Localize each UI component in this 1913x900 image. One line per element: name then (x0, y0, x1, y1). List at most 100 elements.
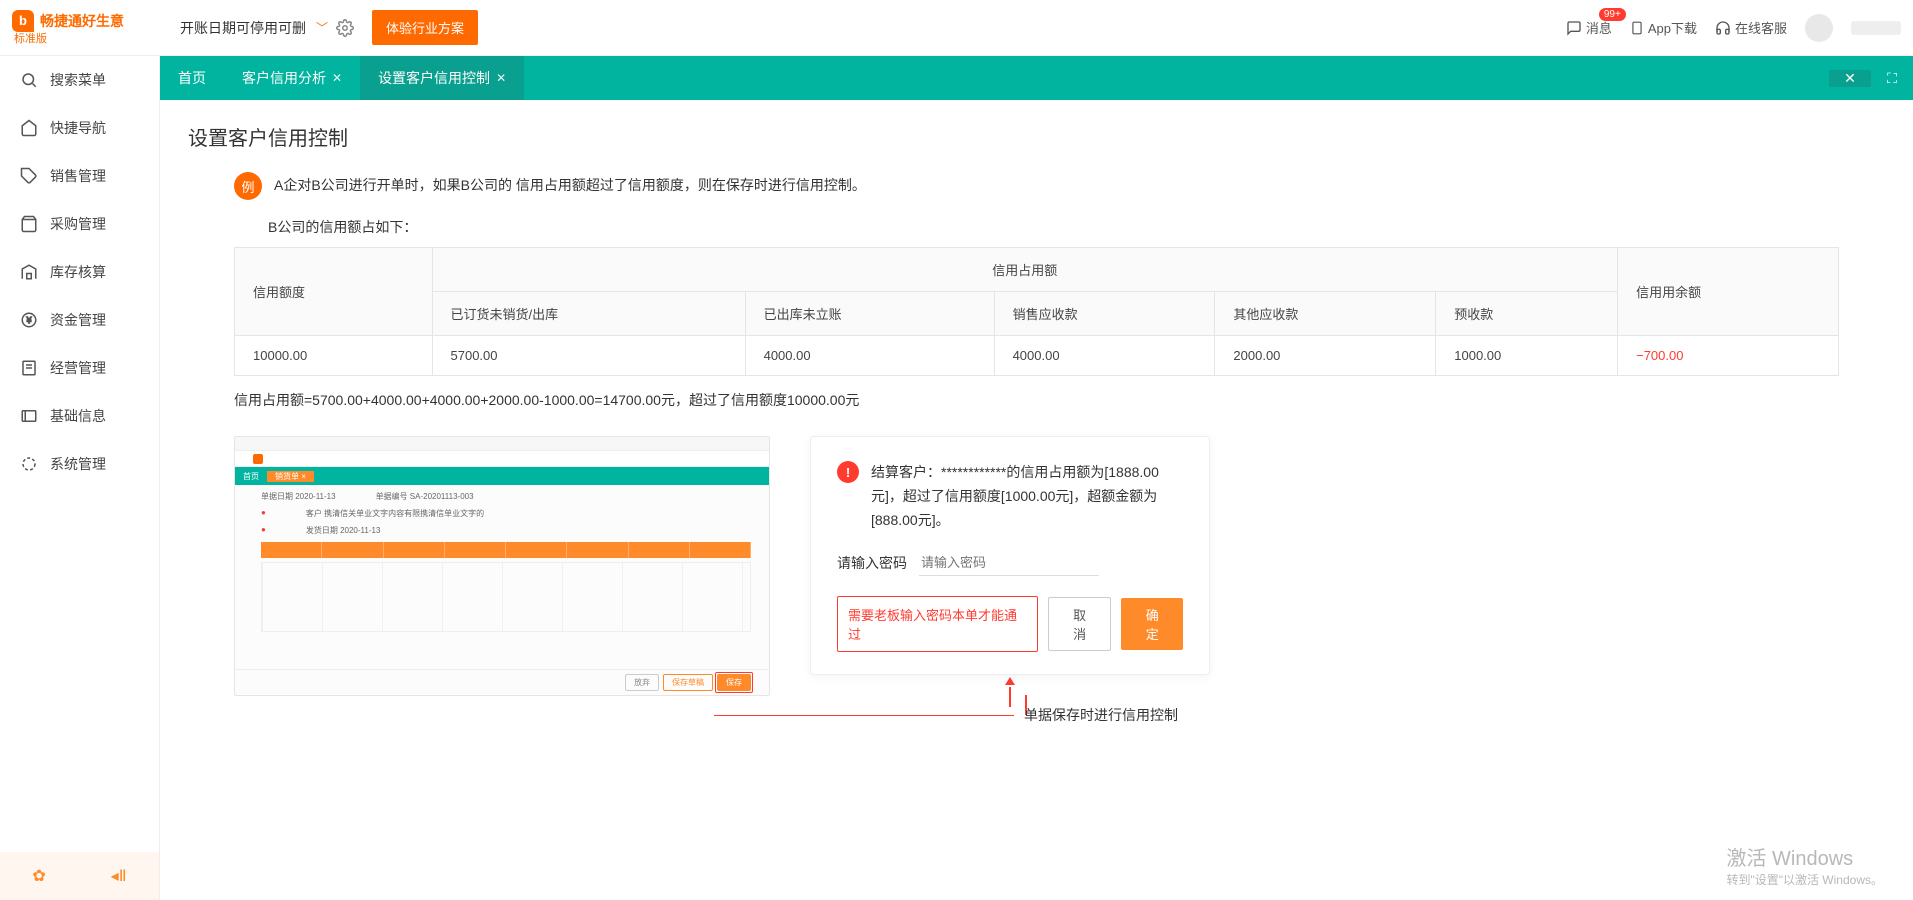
sidebar-item-search[interactable]: 搜索菜单 (0, 56, 159, 104)
th-col: 已出库未立账 (745, 292, 994, 336)
mini-savedraft-button: 保存草稿 (663, 674, 713, 691)
mini-cust-val: 携清信关单业文字内容有限携清信单业文字的 (324, 509, 484, 518)
mini-screenshot: 首页 销货单 × 单据日期 2020-11-13 单据编号 SA-2020111… (234, 436, 770, 696)
tab-bar: 首页 客户信用分析 ✕ 设置客户信用控制 ✕ ✕ ⛶ (160, 56, 1913, 100)
gear-icon[interactable] (336, 19, 354, 37)
mini-date-label: 单据日期 (261, 492, 293, 501)
layers-icon (20, 407, 38, 425)
close-all-tabs-icon[interactable]: ✕ (1829, 70, 1871, 87)
password-label: 请输入密码 (837, 553, 907, 573)
sidebar-item-label: 搜索菜单 (50, 70, 106, 90)
cell-val: 4000.00 (745, 336, 994, 376)
sidebar: 搜索菜单 快捷导航 销售管理 采购管理 库存核算 ¥ 资金管理 经营管理 基础信 (0, 56, 160, 900)
money-icon: ¥ (20, 311, 38, 329)
mini-deliver-label: 发货日期 (306, 526, 338, 535)
bag-icon (20, 215, 38, 233)
sidebar-item-label: 资金管理 (50, 310, 106, 330)
cell-val: 2000.00 (1215, 336, 1436, 376)
phone-icon (1630, 20, 1644, 36)
account-selector-label: 开账日期可停用可删 (180, 18, 306, 38)
password-input[interactable] (919, 550, 1099, 576)
cell-balance: −700.00 (1618, 336, 1839, 376)
fullscreen-icon[interactable]: ⛶ (1871, 70, 1913, 87)
sidebar-item-system[interactable]: 系统管理 (0, 440, 159, 488)
example-bullet-icon: 例 (234, 172, 262, 200)
page-title: 设置客户信用控制 (188, 122, 1885, 151)
brand-subtitle: 标准版 (14, 30, 47, 46)
arrow-up-icon (1005, 677, 1015, 685)
tab-label: 设置客户信用控制 (378, 68, 490, 88)
settings-icon[interactable]: ✿ (32, 866, 45, 886)
sidebar-item-quicknav[interactable]: 快捷导航 (0, 104, 159, 152)
svg-text:¥: ¥ (26, 316, 32, 325)
th-col: 销售应收款 (994, 292, 1215, 336)
tab-home[interactable]: 首页 (160, 56, 224, 100)
th-col: 其他应收款 (1215, 292, 1436, 336)
online-service-label: 在线客服 (1735, 18, 1787, 37)
sidebar-item-label: 快捷导航 (50, 118, 106, 138)
headset-icon (1715, 20, 1731, 36)
search-icon (20, 71, 38, 89)
tab-credit-control[interactable]: 设置客户信用控制 ✕ (360, 56, 524, 100)
chevron-down-icon: ﹀ (316, 19, 328, 36)
top-bar: b 畅捷通好生意 标准版 开账日期可停用可删 ﹀ 体验行业方案 消息 99+ A… (0, 0, 1913, 56)
mini-save-button: 保存 (717, 674, 751, 691)
tag-icon (20, 167, 38, 185)
account-selector[interactable]: 开账日期可停用可删 ﹀ (180, 18, 328, 38)
home-icon (20, 119, 38, 137)
sidebar-bottom-bar: ✿ ◂Ⅱ (0, 852, 159, 900)
sidebar-item-inventory[interactable]: 库存核算 (0, 248, 159, 296)
avatar[interactable] (1805, 14, 1833, 42)
app-download-label: App下载 (1648, 18, 1697, 37)
cell-val: 4000.00 (994, 336, 1215, 376)
sync-icon (20, 455, 38, 473)
messages-button[interactable]: 消息 99+ (1566, 18, 1612, 37)
th-col: 已订货未销货/出库 (432, 292, 745, 336)
tab-label: 首页 (178, 68, 206, 88)
th-col: 预收款 (1436, 292, 1618, 336)
main-area: 首页 客户信用分析 ✕ 设置客户信用控制 ✕ ✕ ⛶ 设置客户信用控制 例 A企… (160, 56, 1913, 900)
boss-password-note: 需要老板输入密码本单才能通过 (837, 596, 1038, 652)
app-download-button[interactable]: App下载 (1630, 18, 1697, 37)
sidebar-item-label: 经营管理 (50, 358, 106, 378)
content-scroll[interactable]: 设置客户信用控制 例 A企对B公司进行开单时，如果B公司的 信用占用额超过了信用… (160, 100, 1913, 900)
sidebar-item-label: 销售管理 (50, 166, 106, 186)
warning-icon: ! (837, 461, 859, 483)
sidebar-item-sales[interactable]: 销售管理 (0, 152, 159, 200)
table-row: 10000.00 5700.00 4000.00 4000.00 2000.00… (235, 336, 1839, 376)
tab-label: 客户信用分析 (242, 68, 326, 88)
sidebar-item-label: 库存核算 (50, 262, 106, 282)
user-name-placeholder (1851, 21, 1901, 35)
close-icon[interactable]: ✕ (332, 71, 342, 85)
close-icon[interactable]: ✕ (496, 71, 506, 85)
mini-cancel-button: 放弃 (625, 674, 659, 691)
cell-credit: 10000.00 (235, 336, 433, 376)
dialog-message: 结算客户：************的信用占用额为[1888.00元]，超过了信用… (871, 461, 1183, 532)
dialog-confirm-button[interactable]: 确定 (1121, 598, 1183, 650)
example-subtext: B公司的信用额占如下： (268, 217, 1839, 237)
collapse-icon[interactable]: ◂Ⅱ (111, 866, 127, 886)
sidebar-item-label: 系统管理 (50, 454, 106, 474)
sidebar-item-purchase[interactable]: 采购管理 (0, 200, 159, 248)
dialog-cancel-button[interactable]: 取消 (1048, 597, 1112, 651)
logo-area: b 畅捷通好生意 标准版 (12, 10, 160, 46)
sidebar-item-basicinfo[interactable]: 基础信息 (0, 392, 159, 440)
tab-credit-analysis[interactable]: 客户信用分析 ✕ (224, 56, 360, 100)
credit-table: 信用额度 信用占用额 信用用余额 已订货未销货/出库 已出库未立账 销售应收款 … (234, 247, 1839, 376)
mini-no-label: 单据编号 (376, 492, 408, 501)
caption-text: 单据保存时进行信用控制 (1024, 705, 1178, 725)
online-service-button[interactable]: 在线客服 (1715, 18, 1787, 37)
example-intro-text: A企对B公司进行开单时，如果B公司的 信用占用额超过了信用额度，则在保存时进行信… (274, 175, 866, 195)
top-right-actions: 消息 99+ App下载 在线客服 (1566, 14, 1901, 42)
credit-dialog: ! 结算客户：************的信用占用额为[1888.00元]，超过了… (810, 436, 1210, 675)
sidebar-item-operation[interactable]: 经营管理 (0, 344, 159, 392)
cell-val: 1000.00 (1436, 336, 1618, 376)
experience-plan-button[interactable]: 体验行业方案 (372, 10, 478, 45)
th-balance: 信用用余额 (1618, 248, 1839, 336)
th-credit: 信用额度 (235, 248, 433, 336)
sidebar-item-funds[interactable]: ¥ 资金管理 (0, 296, 159, 344)
messages-badge: 99+ (1599, 8, 1626, 21)
cell-val: 5700.00 (432, 336, 745, 376)
sidebar-item-label: 基础信息 (50, 406, 106, 426)
mini-no-val: SA-20201113-003 (410, 492, 474, 501)
